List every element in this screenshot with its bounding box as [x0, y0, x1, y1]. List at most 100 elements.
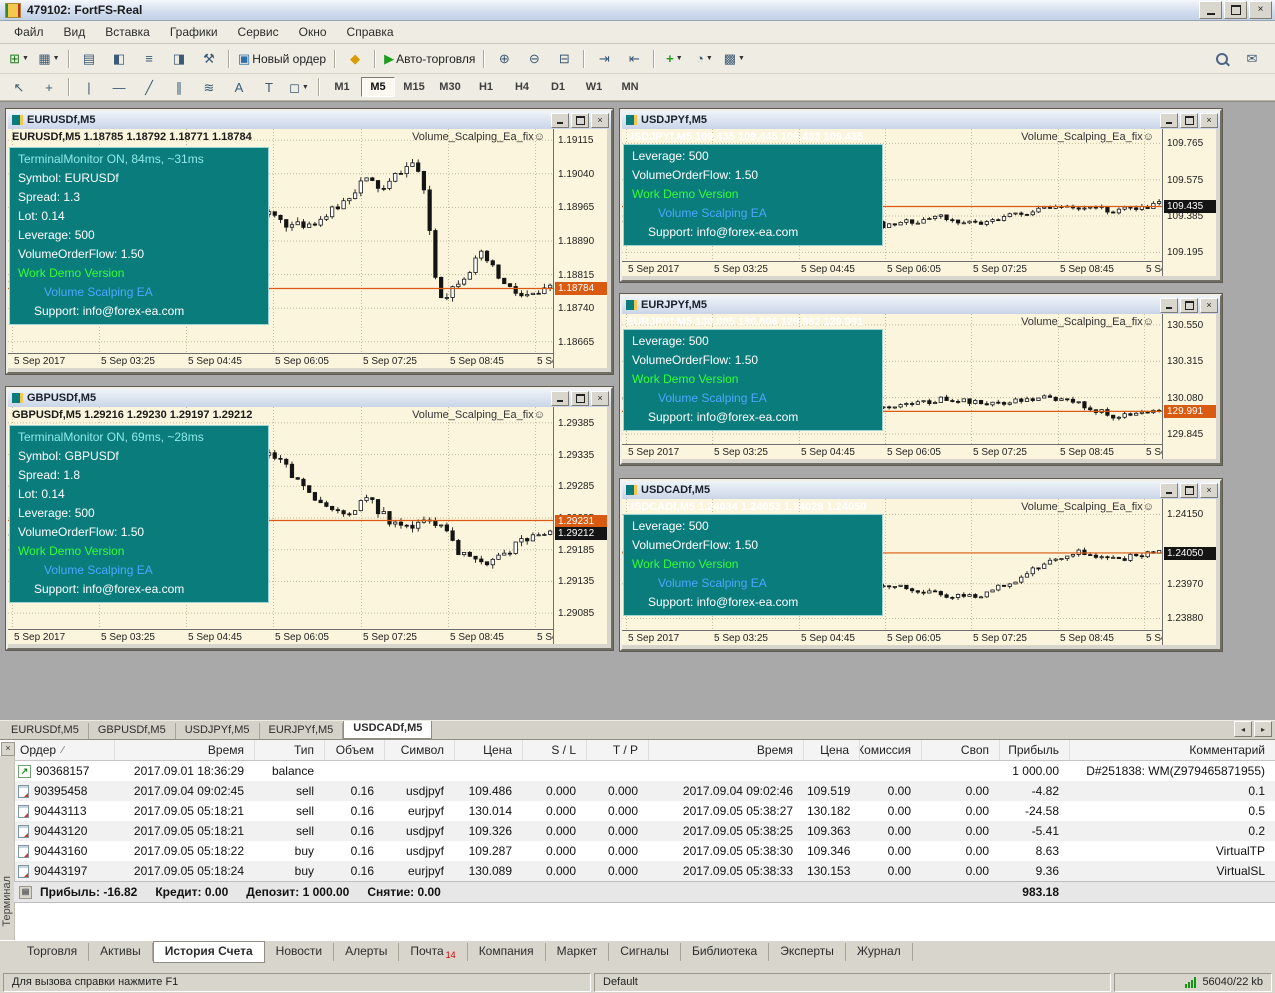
column-header-7[interactable]: T / P	[586, 740, 648, 760]
price-axis[interactable]: 1.19115 1.19040 1.18965 1.18890 1.18815 1.187…	[553, 129, 607, 368]
chart-close-button[interactable]: ×	[591, 390, 609, 406]
chart-close-button[interactable]: ×	[1200, 112, 1218, 128]
restore-button[interactable]	[1224, 1, 1247, 19]
cursor-button[interactable]: ↖	[4, 75, 34, 99]
text-button[interactable]: A	[224, 75, 254, 99]
price-axis[interactable]: 1.24150 1.23970 1.23880 1.24050	[1162, 499, 1216, 645]
chart-tab-EURUSDf,M5[interactable]: EURUSDf,M5	[2, 723, 89, 739]
column-header-6[interactable]: S / L	[522, 740, 586, 760]
minimize-button[interactable]	[1199, 1, 1222, 19]
time-axis[interactable]: 5 Sep 2017 5 Sep 03:25 5 Sep 04:45 5 Sep 06…	[622, 444, 1216, 459]
strategy-tester-button[interactable]: ⚒	[194, 47, 224, 71]
terminal-tab-Сигналы[interactable]: Сигналы	[609, 943, 681, 961]
terminal-tab-Маркет[interactable]: Маркет	[546, 943, 610, 961]
chart-window-titlebar[interactable]: EURJPYf,M5 ×	[622, 296, 1220, 314]
chart-minimize-button[interactable]	[1160, 297, 1178, 313]
table-row[interactable]: ↗ 90368157 2017.09.01 18:36:29 balance 1 000…	[14, 761, 1275, 781]
timeframe-MN-button[interactable]: MN	[613, 77, 647, 97]
chart-restore-button[interactable]	[1180, 482, 1198, 498]
auto-scroll-button[interactable]: ⇥	[589, 47, 619, 71]
menu-item-Справка[interactable]: Справка	[337, 22, 404, 42]
metaeditor-button[interactable]: ◆	[340, 47, 370, 71]
terminal-tab-Почта[interactable]: Почта 14	[399, 943, 468, 961]
time-axis[interactable]: 5 Sep 2017 5 Sep 03:25 5 Sep 04:45 5 Sep 06…	[8, 353, 607, 368]
timeframe-H1-button[interactable]: H1	[469, 77, 503, 97]
tab-scroll-right-button[interactable]: ▸	[1254, 721, 1272, 737]
new-chart-button[interactable]: ⊞ ▼	[4, 47, 34, 71]
community-chat-button[interactable]: ✉	[1237, 47, 1267, 71]
column-header-5[interactable]: Цена	[454, 740, 522, 760]
crosshair-button[interactable]: +	[34, 75, 64, 99]
chart-tab-USDCADf,M5[interactable]: USDCADf,M5	[343, 721, 433, 739]
chart-body[interactable]: USDJPYf,M5 109.435 109.445 109.433 109.4…	[622, 129, 1216, 276]
indicators-button[interactable]: + ▼	[659, 47, 689, 71]
menu-item-Графики[interactable]: Графики	[160, 22, 228, 42]
chart-tab-USDJPYf,M5[interactable]: USDJPYf,M5	[175, 723, 260, 739]
chart-body[interactable]: EURJPYf,M5 130.005 130.006 129.982 129.9…	[622, 314, 1216, 459]
chart-tab-EURJPYf,M5[interactable]: EURJPYf,M5	[259, 723, 344, 739]
fibonacci-button[interactable]: ≋	[194, 75, 224, 99]
timeframe-H4-button[interactable]: H4	[505, 77, 539, 97]
terminal-tab-История Счета[interactable]: История Счета	[152, 941, 265, 963]
periods-button[interactable]: ◔ ▼	[689, 47, 719, 71]
terminal-toggle-button[interactable]: ◨	[164, 47, 194, 71]
chart-window-titlebar[interactable]: USDCADf,M5 ×	[622, 481, 1220, 499]
terminal-tab-Эксперты[interactable]: Эксперты	[769, 943, 846, 961]
time-axis[interactable]: 5 Sep 2017 5 Sep 03:25 5 Sep 04:45 5 Sep 06…	[622, 261, 1216, 276]
chart-close-button[interactable]: ×	[1200, 482, 1218, 498]
terminal-close-icon[interactable]: ×	[1, 742, 15, 756]
time-axis[interactable]: 5 Sep 2017 5 Sep 03:25 5 Sep 04:45 5 Sep 06…	[622, 630, 1216, 645]
timeframe-M15-button[interactable]: M15	[397, 77, 431, 97]
zoom-out-button[interactable]: ⊖	[519, 47, 549, 71]
column-header-11[interactable]: Своп	[921, 740, 999, 760]
column-header-0[interactable]: Ордер ∕	[14, 740, 114, 760]
chart-window-titlebar[interactable]: EURUSDf,M5 ×	[8, 111, 611, 129]
chart-restore-button[interactable]	[1180, 112, 1198, 128]
chart-minimize-button[interactable]	[551, 390, 569, 406]
chart-restore-button[interactable]	[1180, 297, 1198, 313]
text-label-button[interactable]: T	[254, 75, 284, 99]
column-header-2[interactable]: Тип	[254, 740, 324, 760]
terminal-tab-Библиотека[interactable]: Библиотека	[681, 943, 770, 961]
equidistant-channel-button[interactable]: ∥	[164, 75, 194, 99]
column-header-4[interactable]: Символ	[384, 740, 454, 760]
horizontal-line-button[interactable]: —	[104, 75, 134, 99]
arrows-button[interactable]: ◻ ▼	[284, 75, 314, 99]
price-axis[interactable]: 1.293851.293351.292851.292351.291851.291…	[553, 407, 607, 644]
terminal-tab-Новости[interactable]: Новости	[265, 943, 335, 961]
timeframe-M30-button[interactable]: M30	[433, 77, 467, 97]
terminal-tab-Активы[interactable]: Активы	[89, 943, 153, 961]
chart-body[interactable]: EURUSDf,M5 1.18785 1.18792 1.18771 1.187…	[8, 129, 607, 368]
menu-item-Вставка[interactable]: Вставка	[95, 22, 160, 42]
terminal-tab-Алерты[interactable]: Алерты	[334, 943, 400, 961]
chart-shift-button[interactable]: ⇤	[619, 47, 649, 71]
chart-restore-button[interactable]	[571, 390, 589, 406]
column-header-10[interactable]: Комиссия	[859, 740, 921, 760]
table-row[interactable]: 90395458 2017.09.04 09:02:45 sell 0.16 usdjp…	[14, 781, 1275, 801]
time-axis[interactable]: 5 Sep 2017 5 Sep 03:25 5 Sep 04:45 5 Sep 06…	[8, 629, 607, 644]
column-header-8[interactable]: Время	[648, 740, 803, 760]
chart-body[interactable]: GBPUSDf,M5 1.29216 1.29230 1.29197 1.292…	[8, 407, 607, 644]
timeframe-D1-button[interactable]: D1	[541, 77, 575, 97]
tile-windows-button[interactable]: ⊟	[549, 47, 579, 71]
column-header-9[interactable]: Цена	[803, 740, 859, 760]
market-watch-button[interactable]: ▤	[74, 47, 104, 71]
column-header-3[interactable]: Объем	[324, 740, 384, 760]
table-row[interactable]: 90443160 2017.09.05 05:18:22 buy 0.16 usdjpy…	[14, 841, 1275, 861]
terminal-tab-Журнал[interactable]: Журнал	[846, 943, 913, 961]
vertical-line-button[interactable]: |	[74, 75, 104, 99]
tab-scroll-left-button[interactable]: ◂	[1234, 721, 1252, 737]
zoom-in-button[interactable]: ⊕	[489, 47, 519, 71]
timeframe-M1-button[interactable]: M1	[325, 77, 359, 97]
chart-minimize-button[interactable]	[1160, 482, 1178, 498]
table-row[interactable]: 90443197 2017.09.05 05:18:24 buy 0.16 eurjpy…	[14, 861, 1275, 881]
chart-close-button[interactable]: ×	[591, 112, 609, 128]
templates-button[interactable]: ▩ ▼	[719, 47, 749, 71]
menu-item-Вид[interactable]: Вид	[54, 22, 96, 42]
chart-restore-button[interactable]	[571, 112, 589, 128]
autotrading-button[interactable]: ▶ Авто-торговля	[380, 47, 479, 71]
price-axis[interactable]: 130.550 130.315 130.080 129.845 129.991	[1162, 314, 1216, 459]
chart-minimize-button[interactable]	[1160, 112, 1178, 128]
table-row[interactable]: 90443113 2017.09.05 05:18:21 sell 0.16 eurjp…	[14, 801, 1275, 821]
terminal-tab-Компания[interactable]: Компания	[468, 943, 546, 961]
